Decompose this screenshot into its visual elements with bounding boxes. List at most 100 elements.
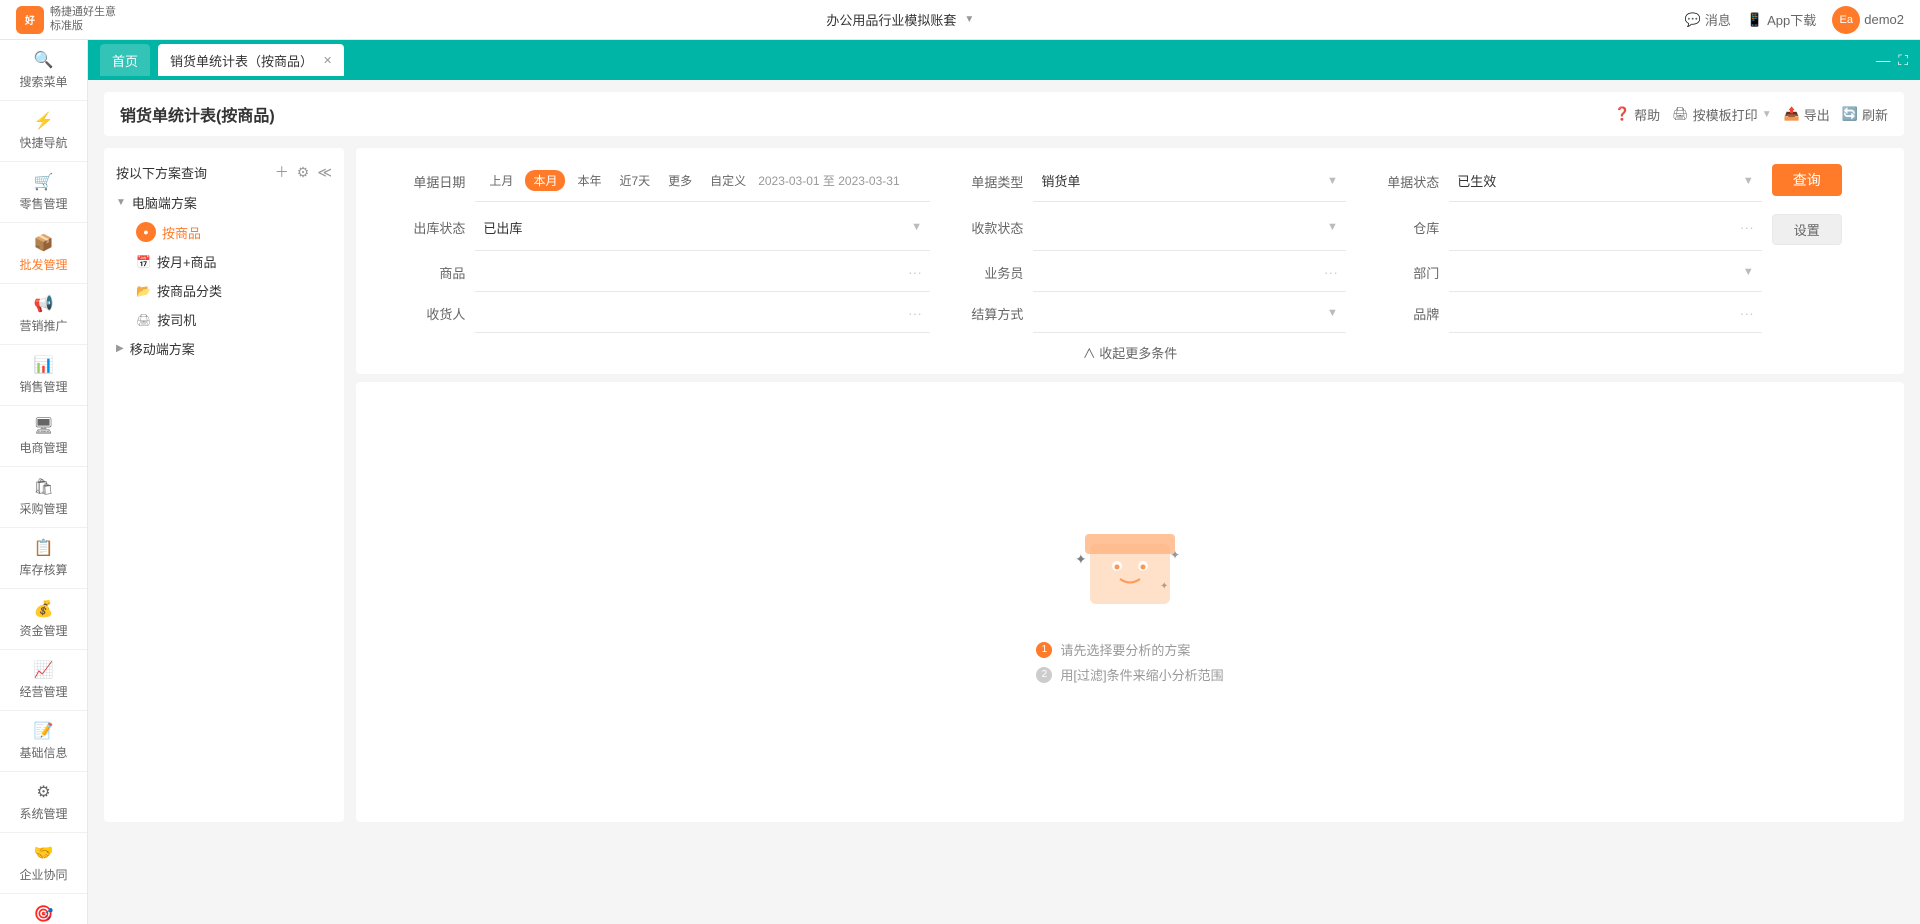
date-btn-custom[interactable]: 自定义 xyxy=(704,170,752,191)
filter-and-button: 单据日期 上月 本月 本年 近7天 更多 自定义 xyxy=(356,148,1904,822)
warehouse-more-icon[interactable]: ··· xyxy=(1740,219,1754,235)
topbar: 好 畅捷通好生意 标准版 办公用品行业模拟账套 ▼ 💬 消息 📱 App下载 E… xyxy=(0,0,1920,40)
payment-method-arrow: ▼ xyxy=(1327,307,1338,319)
empty-state: ✦ ✦ ✦ 1 请先选择要分析的方案 xyxy=(356,382,1904,822)
sidebar-item-marketing[interactable]: 📢 营销推广 xyxy=(0,284,87,345)
phone-icon: 📱 xyxy=(1747,12,1763,28)
warehouse-filter[interactable]: ··· xyxy=(1457,214,1754,240)
tab-minimize-icon[interactable]: — xyxy=(1876,52,1890,69)
refresh-icon: 🔄 xyxy=(1842,106,1858,122)
settings-scheme-icon[interactable]: ⚙ xyxy=(297,164,310,181)
tree-item-by-month-product[interactable]: 📅 按月+商品 xyxy=(104,247,344,276)
message-btn[interactable]: 💬 消息 xyxy=(1685,10,1731,29)
page-header: 销货单统计表(按商品) ❓ 帮助 🖨 按模板打印 ▼ 📤 导出 xyxy=(104,92,1904,136)
brand-filter[interactable]: ··· xyxy=(1457,300,1754,326)
page-actions: ❓ 帮助 🖨 按模板打印 ▼ 📤 导出 🔄 刷新 xyxy=(1614,105,1888,124)
page-content: 销货单统计表(按商品) ❓ 帮助 🖨 按模板打印 ▼ 📤 导出 xyxy=(88,80,1920,924)
help-icon: ❓ xyxy=(1614,106,1630,122)
payment-status-label: 收款状态 xyxy=(932,204,1031,251)
print-icon: 🖨 xyxy=(1672,106,1689,122)
onboarding-icon: 🎯 xyxy=(34,904,54,924)
sidebar-item-enterprise[interactable]: 🤝 企业协同 xyxy=(0,833,87,894)
filter-panel: 单据日期 上月 本月 本年 近7天 更多 自定义 xyxy=(356,148,1904,374)
department-arrow: ▼ xyxy=(1743,266,1754,278)
collapse-filters-btn[interactable]: ∧ 收起更多条件 xyxy=(372,335,1888,370)
receiver-more-icon[interactable]: ··· xyxy=(908,305,922,321)
sidebar-item-onboarding[interactable]: 🎯 新手引导 xyxy=(0,894,87,924)
sidebar-item-quick-nav[interactable]: ⚡ 快捷导航 xyxy=(0,101,87,162)
hint2-text: 用[过滤]条件来缩小分析范围 xyxy=(1060,665,1223,684)
tree-desktop-group[interactable]: ▼ 电脑端方案 xyxy=(104,188,344,217)
sidebar-item-search-menu[interactable]: 🔍 搜索菜单 xyxy=(0,40,87,101)
svg-text:✦: ✦ xyxy=(1160,581,1168,592)
app-download-btn[interactable]: 📱 App下载 xyxy=(1747,10,1816,29)
date-label: 单据日期 xyxy=(374,160,473,202)
sidebar-item-ecommerce[interactable]: 🖥 电商管理 xyxy=(0,406,87,467)
sidebar-item-retail[interactable]: 🛒 零售管理 xyxy=(0,162,87,223)
print-btn[interactable]: 🖨 按模板打印 ▼ xyxy=(1672,105,1771,124)
add-scheme-icon[interactable]: ＋ xyxy=(275,162,289,182)
svg-text:✦: ✦ xyxy=(1075,551,1087,567)
sidebar-item-system[interactable]: ⚙ 系统管理 xyxy=(0,772,87,833)
warehouse-status-label: 出库状态 xyxy=(374,204,473,251)
sidebar-item-finance[interactable]: 💰 资金管理 xyxy=(0,589,87,650)
tab-home[interactable]: 首页 xyxy=(100,44,150,76)
product-filter[interactable]: ··· xyxy=(483,259,922,285)
date-btn-more[interactable]: 更多 xyxy=(662,170,698,191)
date-btn-7days[interactable]: 近7天 xyxy=(613,170,656,191)
doc-status-filter[interactable]: 已生效 ▼ xyxy=(1457,168,1754,194)
doc-type-filter[interactable]: 销货单 ▼ xyxy=(1041,168,1338,194)
collapse-panel-icon[interactable]: ≪ xyxy=(317,164,332,181)
sidebar-item-inventory[interactable]: 📋 库存核算 xyxy=(0,528,87,589)
sidebar-item-operations[interactable]: 📈 经营管理 xyxy=(0,650,87,711)
refresh-btn[interactable]: 🔄 刷新 xyxy=(1842,105,1888,124)
tab-maximize-icon[interactable]: ⛶ xyxy=(1898,52,1908,69)
tree-mobile-group[interactable]: ▶ 移动端方案 xyxy=(104,334,344,363)
warehouse-status-filter[interactable]: 已出库 ▼ xyxy=(483,214,922,240)
product-more-icon[interactable]: ··· xyxy=(908,264,922,280)
sidebar-item-purchase[interactable]: 🛍 采购管理 xyxy=(0,467,87,528)
help-btn[interactable]: ❓ 帮助 xyxy=(1614,105,1660,124)
product-label: 商品 xyxy=(374,253,473,292)
doc-status-value: 已生效 xyxy=(1457,171,1496,190)
wholesale-icon: 📦 xyxy=(34,233,54,253)
company-name: 办公用品行业模拟账套 xyxy=(826,10,956,29)
brand-more-icon[interactable]: ··· xyxy=(1740,305,1754,321)
settings-button[interactable]: 设置 xyxy=(1772,214,1842,245)
doc-type-arrow: ▼ xyxy=(1327,175,1338,187)
page-title: 销货单统计表(按商品) xyxy=(120,102,275,126)
department-filter[interactable]: ▼ xyxy=(1457,259,1754,285)
payment-status-arrow: ▼ xyxy=(1327,221,1338,233)
logo-text: 畅捷通好生意 标准版 xyxy=(50,6,116,32)
tree-item-by-product[interactable]: ● 按商品 xyxy=(104,217,344,247)
brand-label: 品牌 xyxy=(1348,294,1447,333)
operations-icon: 📈 xyxy=(34,660,54,680)
salesperson-filter[interactable]: ··· xyxy=(1041,259,1338,285)
query-button[interactable]: 查询 xyxy=(1772,164,1842,196)
tab-close-icon[interactable]: ✕ xyxy=(323,54,332,67)
sidebar-item-wholesale[interactable]: 📦 批发管理 xyxy=(0,223,87,284)
tree-item-by-category[interactable]: 📂 按商品分类 xyxy=(104,276,344,305)
payment-method-filter[interactable]: ▼ xyxy=(1041,300,1338,326)
tree-item-by-printer[interactable]: 🖨 按司机 xyxy=(104,305,344,334)
retail-icon: 🛒 xyxy=(34,172,54,192)
sidebar-item-basic[interactable]: 📝 基础信息 xyxy=(0,711,87,772)
sales-icon: 📊 xyxy=(34,355,54,375)
tab-sales-stat[interactable]: 销货单统计表（按商品） ✕ xyxy=(158,44,344,76)
warehouse-label: 仓库 xyxy=(1348,204,1447,251)
salesperson-more-icon[interactable]: ··· xyxy=(1324,264,1338,280)
receiver-label: 收货人 xyxy=(374,294,473,333)
receiver-filter[interactable]: ··· xyxy=(483,300,922,326)
system-icon: ⚙ xyxy=(36,782,50,802)
date-btn-last-month[interactable]: 上月 xyxy=(483,170,519,191)
payment-status-filter[interactable]: ▼ xyxy=(1041,214,1338,240)
export-btn[interactable]: 📤 导出 xyxy=(1784,105,1830,124)
date-btn-this-month[interactable]: 本月 xyxy=(525,170,565,191)
date-btn-this-year[interactable]: 本年 xyxy=(571,170,607,191)
user-menu[interactable]: Ea demo2 xyxy=(1832,6,1904,34)
category-icon: 📂 xyxy=(136,284,151,298)
sidebar-item-sales[interactable]: 📊 销售管理 xyxy=(0,345,87,406)
empty-illustration: ✦ ✦ ✦ xyxy=(1070,514,1190,624)
company-dropdown-icon[interactable]: ▼ xyxy=(964,14,974,25)
company-selector[interactable]: 办公用品行业模拟账套 ▼ xyxy=(826,10,974,29)
